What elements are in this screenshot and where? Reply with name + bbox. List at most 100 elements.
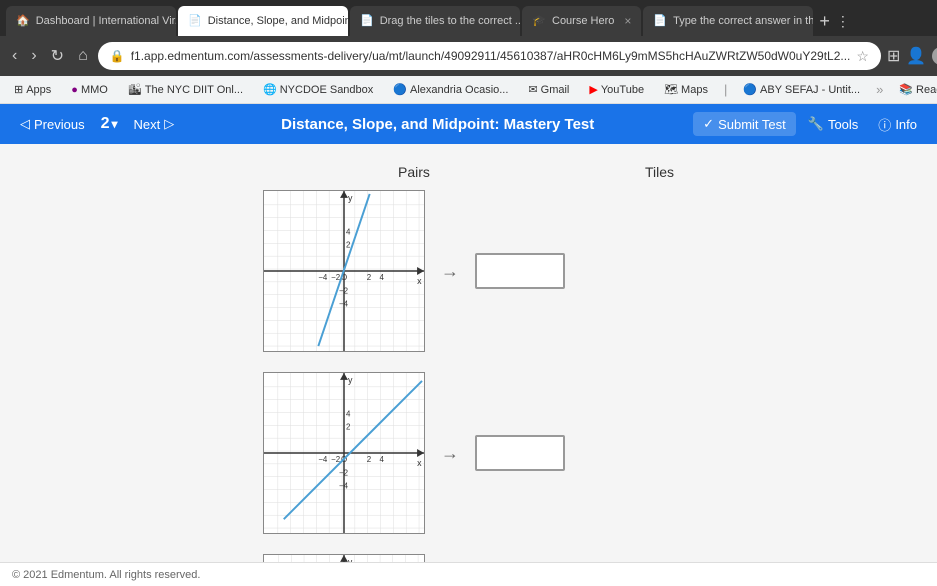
tile-area-2 — [645, 402, 674, 562]
tick-2-y-2: 2 — [346, 422, 350, 431]
y-arrow-3 — [340, 555, 348, 562]
graph-svg-2: x y 2 4 −4 −2 2 4 −2 −4 O — [264, 373, 424, 533]
info-button[interactable]: ⓘ Info — [870, 111, 925, 138]
y-label-3: y — [348, 557, 353, 562]
graph-svg-3: y — [264, 555, 424, 562]
tab-close-4[interactable]: × — [624, 14, 631, 28]
next-label: Next — [134, 117, 161, 132]
arrow-connector-2: → — [441, 443, 459, 464]
answer-box-1[interactable] — [475, 253, 565, 289]
chevron-down-icon[interactable]: ▾ — [111, 117, 117, 131]
reload-button[interactable]: ↻ — [47, 44, 68, 68]
tab-coursehero[interactable]: 🎓 Course Hero × — [522, 6, 641, 36]
main-content: Pairs — [0, 144, 937, 562]
bookmark-youtube[interactable]: ▶ YouTube — [583, 81, 650, 98]
tab-favicon-3: 📄 — [360, 14, 374, 28]
submit-test-button[interactable]: ✓ Submit Test — [693, 112, 796, 136]
bookmark-readinglist-label: Reading List — [916, 84, 937, 96]
x-label-2: x — [417, 458, 422, 468]
bookmark-apps-label: Apps — [26, 84, 51, 96]
tick-2-2: 2 — [367, 455, 371, 464]
footer: © 2021 Edmentum. All rights reserved. — [0, 562, 937, 586]
maps-icon: 🗺 — [664, 83, 678, 96]
tab-favicon-5: 📄 — [653, 14, 667, 28]
bookmark-alexandria[interactable]: 🔵 Alexandria Ocasio... — [387, 81, 514, 98]
address-bar: ‹ › ↻ ⌂ 🔒 f1.app.edmentum.com/assessment… — [0, 36, 937, 76]
forward-button[interactable]: › — [27, 45, 40, 67]
tick-n2-1: −2 — [331, 273, 340, 282]
question-number: 2 ▾ — [101, 115, 118, 133]
tools-button[interactable]: 🔧 Tools — [800, 112, 867, 136]
back-button[interactable]: ‹ — [8, 45, 21, 67]
tab-type[interactable]: 📄 Type the correct answer in th... × — [643, 6, 813, 36]
extensions-icon[interactable]: ⊞ — [887, 46, 900, 66]
bookmark-maps[interactable]: 🗺 Maps — [658, 81, 714, 98]
tick-n4-y-2: −4 — [339, 482, 349, 491]
tab-drag[interactable]: 📄 Drag the tiles to the correct ... × — [350, 6, 520, 36]
bookmark-readinglist[interactable]: 📚 Reading List — [893, 81, 937, 98]
tick-n2-y-1: −2 — [339, 287, 348, 296]
alexandria-icon: 🔵 — [393, 83, 407, 96]
apps-icon: ⊞ — [14, 83, 23, 96]
new-tab-button[interactable]: + — [819, 12, 830, 30]
bookmark-maps-label: Maps — [681, 84, 708, 96]
y-label-1: y — [348, 193, 353, 203]
gmail-icon: ✉ — [528, 83, 537, 96]
tab-menu-icon[interactable]: ⋮ — [836, 13, 850, 30]
tick-n4-2: −4 — [318, 455, 328, 464]
tick-n2-y-2: −2 — [339, 469, 348, 478]
paused-button[interactable]: Paused — [932, 47, 937, 65]
bookmark-apps[interactable]: ⊞ Apps — [8, 81, 57, 98]
arrow-connector-1: → — [441, 261, 459, 282]
profile-icon[interactable]: 👤 — [906, 46, 926, 66]
tab-label-3: Drag the tiles to the correct ... — [380, 15, 520, 27]
bookmark-aby[interactable]: 🔵 ABY SEFAJ - Untit... — [737, 81, 866, 98]
previous-button[interactable]: ◁ Previous — [12, 112, 93, 136]
question-num-value: 2 — [101, 115, 110, 133]
tiles-header: Tiles — [645, 164, 674, 180]
mmo-icon: ● — [71, 84, 78, 96]
home-button[interactable]: ⌂ — [74, 45, 92, 67]
tick-4-y-1: 4 — [346, 227, 351, 236]
tick-4-2: 4 — [380, 455, 385, 464]
previous-icon: ◁ — [20, 116, 30, 132]
youtube-icon: ▶ — [589, 83, 597, 96]
bookmark-aby-label: ABY SEFAJ - Untit... — [760, 84, 860, 96]
nycdoe-icon: 🌐 — [263, 83, 277, 96]
url-text: f1.app.edmentum.com/assessments-delivery… — [131, 49, 851, 63]
bookmark-nyc-label: The NYC DIIT Onl... — [145, 84, 243, 96]
graph-pair-3: y — [263, 554, 565, 562]
nyc-icon: 🏙 — [128, 83, 142, 96]
answer-box-2[interactable] — [475, 435, 565, 471]
copyright-text: © 2021 Edmentum. All rights reserved. — [12, 569, 200, 581]
tick-2-1: 2 — [367, 273, 371, 282]
app-toolbar: ◁ Previous 2 ▾ Next ▷ Distance, Slope, a… — [0, 104, 937, 144]
bookmark-mmo[interactable]: ● MMO — [65, 82, 114, 98]
tab-dashboard[interactable]: 🏠 Dashboard | International Vir... × — [6, 6, 176, 36]
bookmark-nycdoe-label: NYCDOE Sandbox — [280, 84, 374, 96]
tab-active[interactable]: 📄 Distance, Slope, and Midpoin... × — [178, 6, 348, 36]
line-2 — [284, 381, 422, 519]
graph-2: x y 2 4 −4 −2 2 4 −2 −4 O — [263, 372, 425, 534]
graph-svg-1: x y 2 4 −4 −2 2 4 −2 −4 O — [264, 191, 424, 351]
bookmark-nycdoe[interactable]: 🌐 NYCDOE Sandbox — [257, 81, 379, 98]
tab-favicon-1: 🏠 — [16, 14, 30, 28]
next-button[interactable]: Next ▷ — [126, 112, 183, 136]
tab-label-1: Dashboard | International Vir... — [36, 15, 176, 27]
content-area: Pairs — [0, 144, 937, 562]
bookmark-alexandria-label: Alexandria Ocasio... — [410, 84, 508, 96]
bookmark-nyc[interactable]: 🏙 The NYC DIIT Onl... — [122, 81, 249, 98]
bookmark-gmail-label: Gmail — [541, 84, 570, 96]
pairs-header: Pairs — [263, 164, 565, 180]
tools-label: Tools — [828, 117, 858, 132]
y-arrow-1 — [340, 191, 348, 198]
pairs-column: Pairs — [263, 164, 565, 562]
url-bar[interactable]: 🔒 f1.app.edmentum.com/assessments-delive… — [98, 42, 881, 70]
checkmark-icon: ✓ — [703, 116, 714, 132]
graph-1: x y 2 4 −4 −2 2 4 −2 −4 O — [263, 190, 425, 352]
bookmark-star-icon[interactable]: ☆ — [856, 48, 869, 65]
graph-3: y — [263, 554, 425, 562]
previous-label: Previous — [34, 117, 85, 132]
x-arrow-2 — [417, 449, 424, 457]
bookmark-gmail[interactable]: ✉ Gmail — [522, 81, 575, 98]
